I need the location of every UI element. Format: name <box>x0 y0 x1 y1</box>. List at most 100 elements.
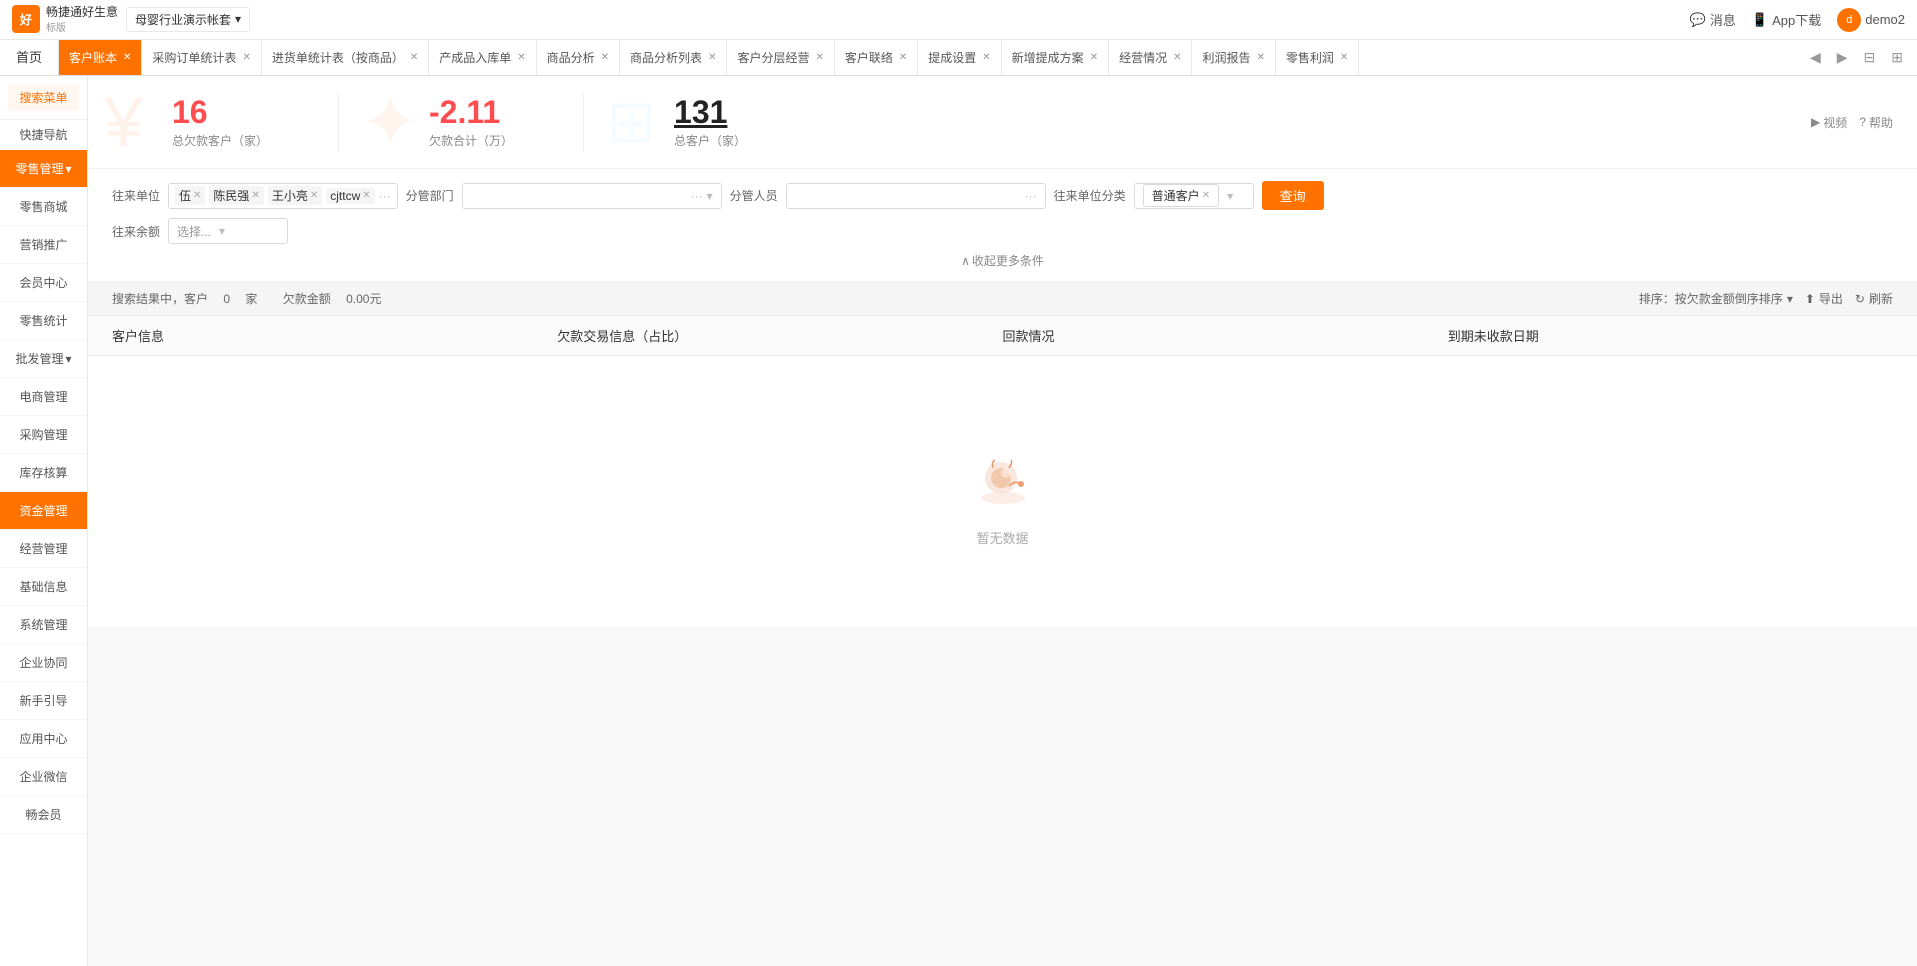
export-btn[interactable]: ⬆ 导出 <box>1805 290 1843 307</box>
person-more-icon: ··· <box>1025 189 1037 203</box>
dept-filter-input[interactable]: ··· ▾ <box>462 183 722 209</box>
result-bar: 搜索结果中，客户 0 家 欠款金额 0.00元 排序：按欠款金额倒序排序 ▾ ⬆… <box>88 282 1917 316</box>
unit-tag-4[interactable]: cjttcw ✕ <box>326 188 374 204</box>
tab-expand-icon[interactable]: ⊞ <box>1885 49 1909 66</box>
tab-stock-stats[interactable]: 进货单统计表（按商品） ✕ <box>262 40 429 76</box>
tag-close-icon[interactable]: ✕ <box>362 190 370 201</box>
sidebar-item-inventory[interactable]: 库存核算 <box>0 454 87 492</box>
filter-row-2: 往来余额 选择... ▾ <box>112 218 1893 244</box>
sidebar-quick-nav[interactable]: 快捷导航 <box>0 120 87 150</box>
unit-tag-2[interactable]: 陈民强 ✕ <box>209 186 263 205</box>
tab-label: 商品分析列表 <box>630 40 702 76</box>
tab-commission-settings[interactable]: 提成设置 ✕ <box>918 40 1001 76</box>
sidebar-item-operations[interactable]: 经营管理 <box>0 530 87 568</box>
balance-filter-input[interactable]: 选择... ▾ <box>168 218 288 244</box>
tab-close-icon[interactable]: ✕ <box>242 40 250 76</box>
user-avatar-btn[interactable]: d demo2 <box>1837 8 1905 32</box>
sidebar-item-wholesale[interactable]: 批发管理 ▾ <box>0 340 87 378</box>
tab-retail-profit[interactable]: 零售利润 ✕ <box>1276 40 1359 76</box>
tab-next-icon[interactable]: ▶ <box>1831 49 1854 66</box>
chevron-icon: ▾ <box>65 352 71 366</box>
tab-product-analysis[interactable]: 商品分析 ✕ <box>537 40 620 76</box>
help-btn[interactable]: ? 帮助 <box>1859 114 1893 131</box>
tab-new-commission[interactable]: 新增提成方案 ✕ <box>1002 40 1109 76</box>
tab-customer-contact[interactable]: 客户联络 ✕ <box>835 40 918 76</box>
sidebar-item-label: 新手引导 <box>19 694 67 708</box>
filter-more-icon[interactable]: ··· <box>379 189 391 203</box>
tag-close-icon[interactable]: ✕ <box>193 190 201 201</box>
tab-label: 产成品入库单 <box>439 40 511 76</box>
sidebar-item-marketing[interactable]: 营销推广 <box>0 226 87 264</box>
tab-close-icon[interactable]: ✕ <box>410 40 418 76</box>
customer-tag-close-icon[interactable]: ✕ <box>1202 190 1210 201</box>
result-amount: 0.00元 <box>346 292 381 306</box>
app-download-btn[interactable]: 📱 App下载 <box>1752 10 1821 29</box>
dept-more-icon: ··· <box>691 189 703 203</box>
collapse-filter-btn[interactable]: ∧ 收起更多条件 <box>112 252 1893 269</box>
chevron-down-icon: ▾ <box>707 189 713 203</box>
tab-home[interactable]: 首页 <box>0 40 59 76</box>
tab-prev-icon[interactable]: ◀ <box>1804 49 1827 66</box>
tab-label: 新增提成方案 <box>1012 40 1084 76</box>
sidebar-item-purchase[interactable]: 采购管理 <box>0 416 87 454</box>
tab-label: 利润报告 <box>1202 40 1250 76</box>
chevron-down-icon: ▾ <box>1227 189 1233 203</box>
sidebar-item-ecommerce[interactable]: 电商管理 <box>0 378 87 416</box>
sidebar-item-finance[interactable]: 资金管理 <box>0 492 87 530</box>
top-bar-right: 💬 消息 📱 App下载 d demo2 <box>1690 8 1905 32</box>
tab-close-icon[interactable]: ✕ <box>1257 40 1265 76</box>
video-help-btn[interactable]: ▶ 视频 <box>1811 114 1847 131</box>
tab-label: 零售利润 <box>1286 40 1334 76</box>
stat2-value: -2.11 <box>429 96 513 128</box>
tab-customer-ledger[interactable]: 客户账本 ✕ <box>59 40 142 76</box>
tab-close-icon[interactable]: ✕ <box>517 40 525 76</box>
tab-label: 采购订单统计表 <box>152 40 236 76</box>
sidebar-item-basic-info[interactable]: 基础信息 <box>0 568 87 606</box>
tab-close-icon[interactable]: ✕ <box>1090 40 1098 76</box>
tab-product-analysis-list[interactable]: 商品分析列表 ✕ <box>620 40 727 76</box>
tab-purchase-order[interactable]: 采购订单统计表 ✕ <box>142 40 261 76</box>
workspace-select[interactable]: 母婴行业演示帐套 ▾ <box>126 7 250 32</box>
tab-product-instock[interactable]: 产成品入库单 ✕ <box>429 40 536 76</box>
tab-close-icon[interactable]: ✕ <box>982 40 990 76</box>
tab-profit-report[interactable]: 利润报告 ✕ <box>1192 40 1275 76</box>
unit-tag-1[interactable]: 伍 ✕ <box>175 186 205 205</box>
unit-tag-3[interactable]: 王小亮 ✕ <box>268 186 322 205</box>
sidebar-item-system[interactable]: 系统管理 <box>0 606 87 644</box>
tab-close-icon[interactable]: ✕ <box>815 40 823 76</box>
sidebar-item-retail-mall[interactable]: 零售商城 <box>0 188 87 226</box>
unit-type-select[interactable]: 普通客户 ✕ ▾ <box>1134 183 1254 209</box>
tab-collapse-icon[interactable]: ⊟ <box>1858 49 1882 66</box>
tab-close-icon[interactable]: ✕ <box>1173 40 1181 76</box>
sidebar-item-retail-stats[interactable]: 零售统计 <box>0 302 87 340</box>
sidebar-item-member[interactable]: 会员中心 <box>0 264 87 302</box>
tab-close-icon[interactable]: ✕ <box>708 40 716 76</box>
app-download-label: App下载 <box>1772 10 1821 29</box>
sidebar-item-label: 零售商城 <box>19 200 67 214</box>
tag-close-icon[interactable]: ✕ <box>310 190 318 201</box>
unit-filter-tags[interactable]: 伍 ✕ 陈民强 ✕ 王小亮 ✕ cjttcw ✕ ··· <box>168 183 398 209</box>
export-icon: ⬆ <box>1805 292 1815 306</box>
tag-close-icon[interactable]: ✕ <box>251 190 259 201</box>
tab-close-icon[interactable]: ✕ <box>123 40 131 76</box>
refresh-btn[interactable]: ↻ 刷新 <box>1855 290 1893 307</box>
sidebar-item-guide[interactable]: 新手引导 <box>0 682 87 720</box>
tab-close-icon[interactable]: ✕ <box>601 40 609 76</box>
empty-text: 暂无数据 <box>976 528 1028 547</box>
sidebar-item-enterprise[interactable]: 企业协同 <box>0 644 87 682</box>
tab-operation[interactable]: 经营情况 ✕ <box>1109 40 1192 76</box>
sidebar-item-wechat[interactable]: 企业微信 <box>0 758 87 796</box>
message-btn[interactable]: 💬 消息 <box>1690 10 1736 29</box>
sort-btn[interactable]: 排序：按欠款金额倒序排序 ▾ <box>1639 290 1793 307</box>
tab-customer-layer[interactable]: 客户分层经营 ✕ <box>727 40 834 76</box>
balance-filter-label: 往来余额 <box>112 223 160 240</box>
sidebar-item-retail[interactable]: 零售管理 ▾ <box>0 150 87 188</box>
person-filter-input[interactable]: ··· <box>786 183 1046 209</box>
search-button[interactable]: 查询 <box>1262 181 1324 210</box>
table-header: 客户信息 欠款交易信息（占比） 回款情况 到期未收款日期 <box>88 316 1917 356</box>
tab-close-icon[interactable]: ✕ <box>1340 40 1348 76</box>
tab-close-icon[interactable]: ✕ <box>899 40 907 76</box>
search-menu-button[interactable]: 搜索菜单 <box>8 84 79 111</box>
sidebar-item-app-center[interactable]: 应用中心 <box>0 720 87 758</box>
sidebar-item-member2[interactable]: 畅会员 <box>0 796 87 834</box>
